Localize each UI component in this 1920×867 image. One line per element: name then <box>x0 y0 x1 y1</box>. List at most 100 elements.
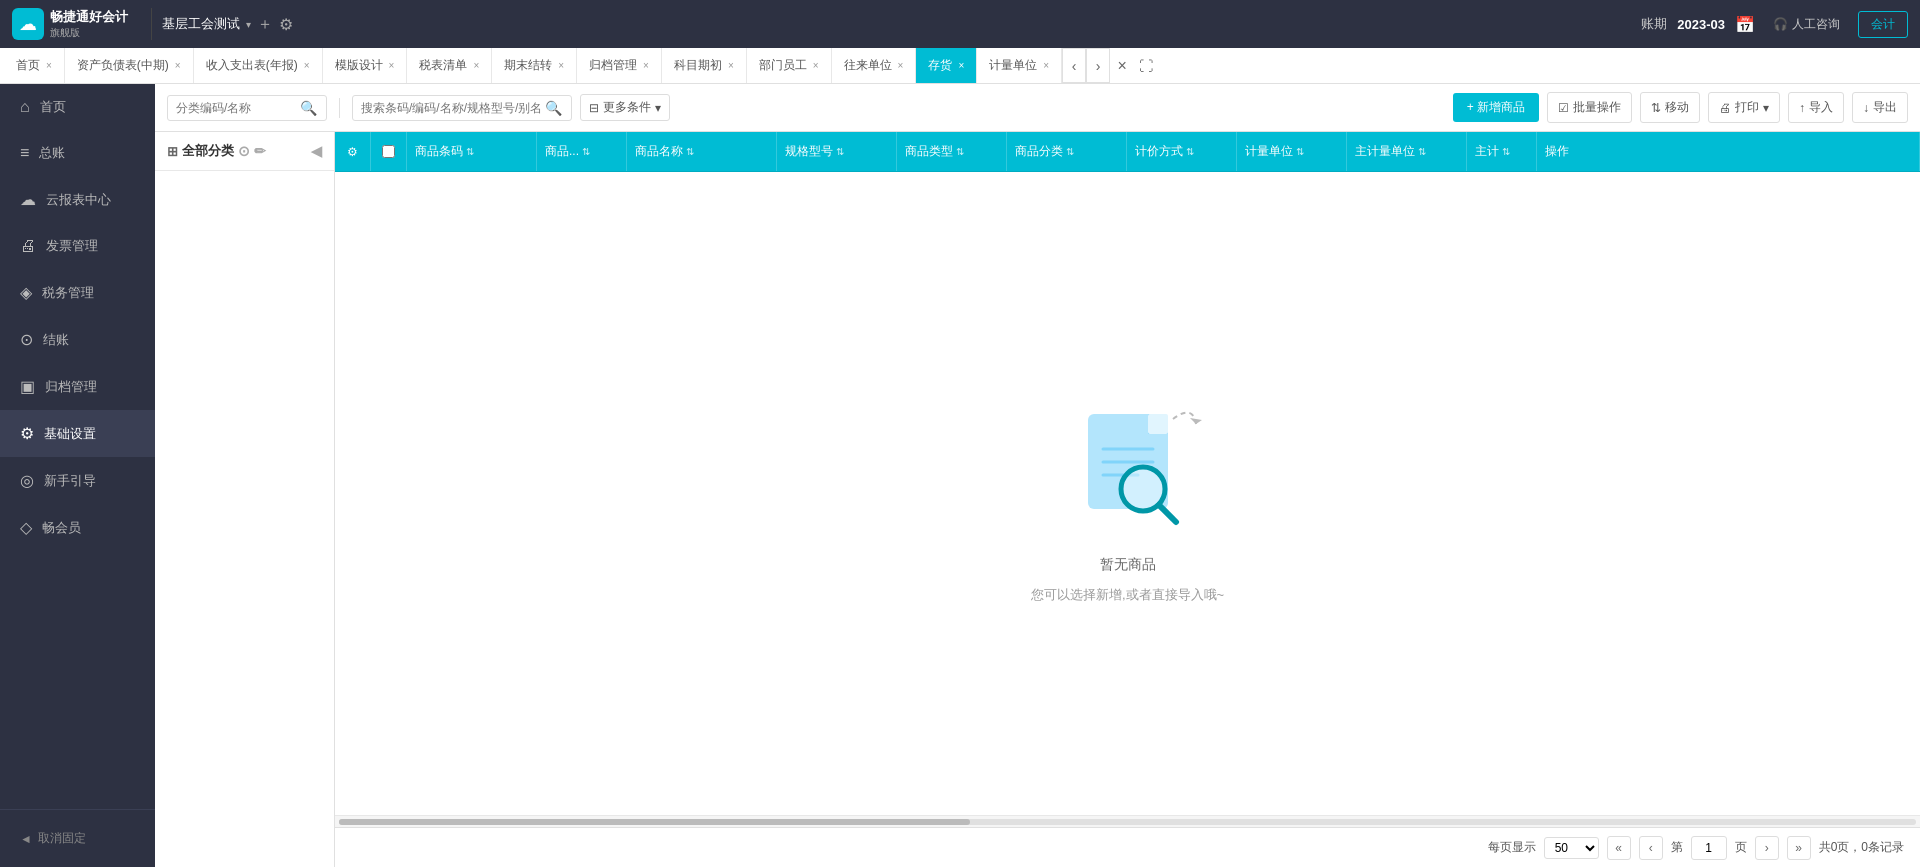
category-edit-icon[interactable]: ✏ <box>254 143 266 159</box>
tab-balance-sheet[interactable]: 资产负债表(中期) × <box>65 48 194 83</box>
th-price-method[interactable]: 计价方式 ⇅ <box>1127 132 1237 171</box>
cloud-icon: ☁ <box>20 190 36 209</box>
calendar-icon[interactable]: 📅 <box>1735 15 1755 34</box>
th-col1[interactable]: 商品... ⇅ <box>537 132 627 171</box>
first-page-btn[interactable]: « <box>1607 836 1631 860</box>
move-icon: ⇅ <box>1651 101 1661 115</box>
tab-home[interactable]: 首页 × <box>4 48 65 83</box>
sidebar-item-label: 首页 <box>40 98 66 116</box>
app-edition: 旗舰版 <box>50 26 128 40</box>
workspace-dropdown-icon[interactable]: ▾ <box>246 19 251 30</box>
export-button[interactable]: ↓ 导出 <box>1852 92 1908 123</box>
tab-close-icon[interactable]: × <box>813 60 819 71</box>
add-workspace-icon[interactable]: ＋ <box>257 14 273 35</box>
tab-template-design[interactable]: 模版设计 × <box>323 48 408 83</box>
sidebar-item-archive[interactable]: ▣ 归档管理 <box>0 363 155 410</box>
last-page-btn[interactable]: » <box>1787 836 1811 860</box>
workspace-settings-icon[interactable]: ⚙ <box>279 15 293 34</box>
tab-close-icon[interactable]: × <box>1043 60 1049 71</box>
th-spec[interactable]: 规格型号 ⇅ <box>777 132 897 171</box>
tab-close-icon[interactable]: × <box>304 60 310 71</box>
current-page-input[interactable] <box>1691 836 1727 860</box>
tab-close-icon[interactable]: × <box>643 60 649 71</box>
tab-label: 归档管理 <box>589 57 637 74</box>
tab-contacts[interactable]: 往来单位 × <box>832 48 917 83</box>
total-records-label: 共0页，0条记录 <box>1819 839 1904 856</box>
tab-close-icon[interactable]: × <box>958 60 964 71</box>
pagination-bar: 每页显示 50 100 200 « ‹ 第 页 › » 共0页，0条记录 <box>335 827 1920 867</box>
tab-dept-staff[interactable]: 部门员工 × <box>747 48 832 83</box>
move-button[interactable]: ⇅ 移动 <box>1640 92 1700 123</box>
tab-period-carry[interactable]: 期末结转 × <box>492 48 577 83</box>
th-checkbox[interactable] <box>371 132 407 171</box>
per-page-select[interactable]: 50 100 200 <box>1544 837 1599 859</box>
tab-label: 收入支出表(年报) <box>206 57 298 74</box>
tab-scroll-left-btn[interactable]: ‹ <box>1062 48 1086 83</box>
tab-archive[interactable]: 归档管理 × <box>577 48 662 83</box>
content-toolbar: 🔍 🔍 ⊟ 更多条件 ▾ + 新增商品 ☑ <box>155 84 1920 132</box>
tab-close-all-btn[interactable]: × <box>1110 48 1134 83</box>
account-button[interactable]: 会计 <box>1858 11 1908 38</box>
category-collapse-icon[interactable]: ◀ <box>311 143 322 159</box>
sidebar-item-home[interactable]: ⌂ 首页 <box>0 84 155 130</box>
cancel-fixed-btn[interactable]: ◄ 取消固定 <box>0 820 155 857</box>
cancel-fixed-label: 取消固定 <box>38 830 86 847</box>
tab-close-icon[interactable]: × <box>473 60 479 71</box>
th-product-category[interactable]: 商品分类 ⇅ <box>1007 132 1127 171</box>
select-all-checkbox[interactable] <box>382 145 395 158</box>
tab-tax-list[interactable]: 税表清单 × <box>407 48 492 83</box>
sidebar-item-tax[interactable]: ◈ 税务管理 <box>0 269 155 316</box>
add-product-button[interactable]: + 新增商品 <box>1453 93 1539 122</box>
sidebar-item-invoice[interactable]: 🖨 发票管理 <box>0 223 155 269</box>
th-barcode[interactable]: 商品条码 ⇅ <box>407 132 537 171</box>
horizontal-scrollbar[interactable] <box>335 815 1920 827</box>
th-unit[interactable]: 计量单位 ⇅ <box>1237 132 1347 171</box>
tab-inventory[interactable]: 存货 × <box>916 48 977 83</box>
action-buttons: + 新增商品 ☑ 批量操作 ⇅ 移动 🖨 打印 ▾ ↑ 导入 <box>1453 92 1908 123</box>
period-value[interactable]: 2023-03 <box>1677 17 1725 32</box>
sidebar-item-member[interactable]: ◇ 畅会员 <box>0 504 155 551</box>
table-search-input[interactable] <box>361 101 541 115</box>
tab-close-icon[interactable]: × <box>728 60 734 71</box>
scrollbar-thumb[interactable] <box>339 819 970 825</box>
tab-scroll-right-btn[interactable]: › <box>1086 48 1110 83</box>
help-button[interactable]: 🎧 人工咨询 <box>1765 12 1848 37</box>
th-main-unit[interactable]: 主计量单位 ⇅ <box>1347 132 1467 171</box>
batch-icon: ☑ <box>1558 101 1569 115</box>
sidebar-item-guide[interactable]: ◎ 新手引导 <box>0 457 155 504</box>
tab-close-icon[interactable]: × <box>898 60 904 71</box>
archive-icon: ▣ <box>20 377 35 396</box>
print-button[interactable]: 🖨 打印 ▾ <box>1708 92 1780 123</box>
th-settings[interactable]: ⚙ <box>335 132 371 171</box>
sidebar-item-settings[interactable]: ⚙ 基础设置 <box>0 410 155 457</box>
tab-unit[interactable]: 计量单位 × <box>977 48 1062 83</box>
th-label: 规格型号 <box>785 143 833 160</box>
category-settings-icon[interactable]: ⊙ <box>238 143 250 159</box>
tab-subject-init[interactable]: 科目期初 × <box>662 48 747 83</box>
category-search-input[interactable] <box>176 101 296 115</box>
sidebar-item-ledger[interactable]: ≡ 总账 <box>0 130 155 176</box>
svg-marker-8 <box>1190 418 1202 424</box>
next-page-btn[interactable]: › <box>1755 836 1779 860</box>
th-product-name[interactable]: 商品名称 ⇅ <box>627 132 777 171</box>
table-search-icon[interactable]: 🔍 <box>545 100 562 116</box>
tab-close-icon[interactable]: × <box>558 60 564 71</box>
sidebar-item-cloud-reports[interactable]: ☁ 云报表中心 <box>0 176 155 223</box>
filter-icon: ⊟ <box>589 101 599 115</box>
category-search-icon[interactable]: 🔍 <box>300 100 317 116</box>
batch-operate-button[interactable]: ☑ 批量操作 <box>1547 92 1632 123</box>
tab-close-icon[interactable]: × <box>175 60 181 71</box>
tab-close-icon[interactable]: × <box>46 60 52 71</box>
member-icon: ◇ <box>20 518 32 537</box>
sidebar-item-label: 畅会员 <box>42 519 81 537</box>
prev-page-btn[interactable]: ‹ <box>1639 836 1663 860</box>
tab-income-statement[interactable]: 收入支出表(年报) × <box>194 48 323 83</box>
more-filter-button[interactable]: ⊟ 更多条件 ▾ <box>580 94 670 121</box>
th-main-count[interactable]: 主计 ⇅ <box>1467 132 1537 171</box>
import-button[interactable]: ↑ 导入 <box>1788 92 1844 123</box>
tab-close-icon[interactable]: × <box>389 60 395 71</box>
workspace-name[interactable]: 基层工会测试 <box>162 15 240 33</box>
tab-fullscreen-btn[interactable]: ⛶ <box>1134 48 1158 83</box>
th-product-type[interactable]: 商品类型 ⇅ <box>897 132 1007 171</box>
sidebar-item-closing[interactable]: ⊙ 结账 <box>0 316 155 363</box>
